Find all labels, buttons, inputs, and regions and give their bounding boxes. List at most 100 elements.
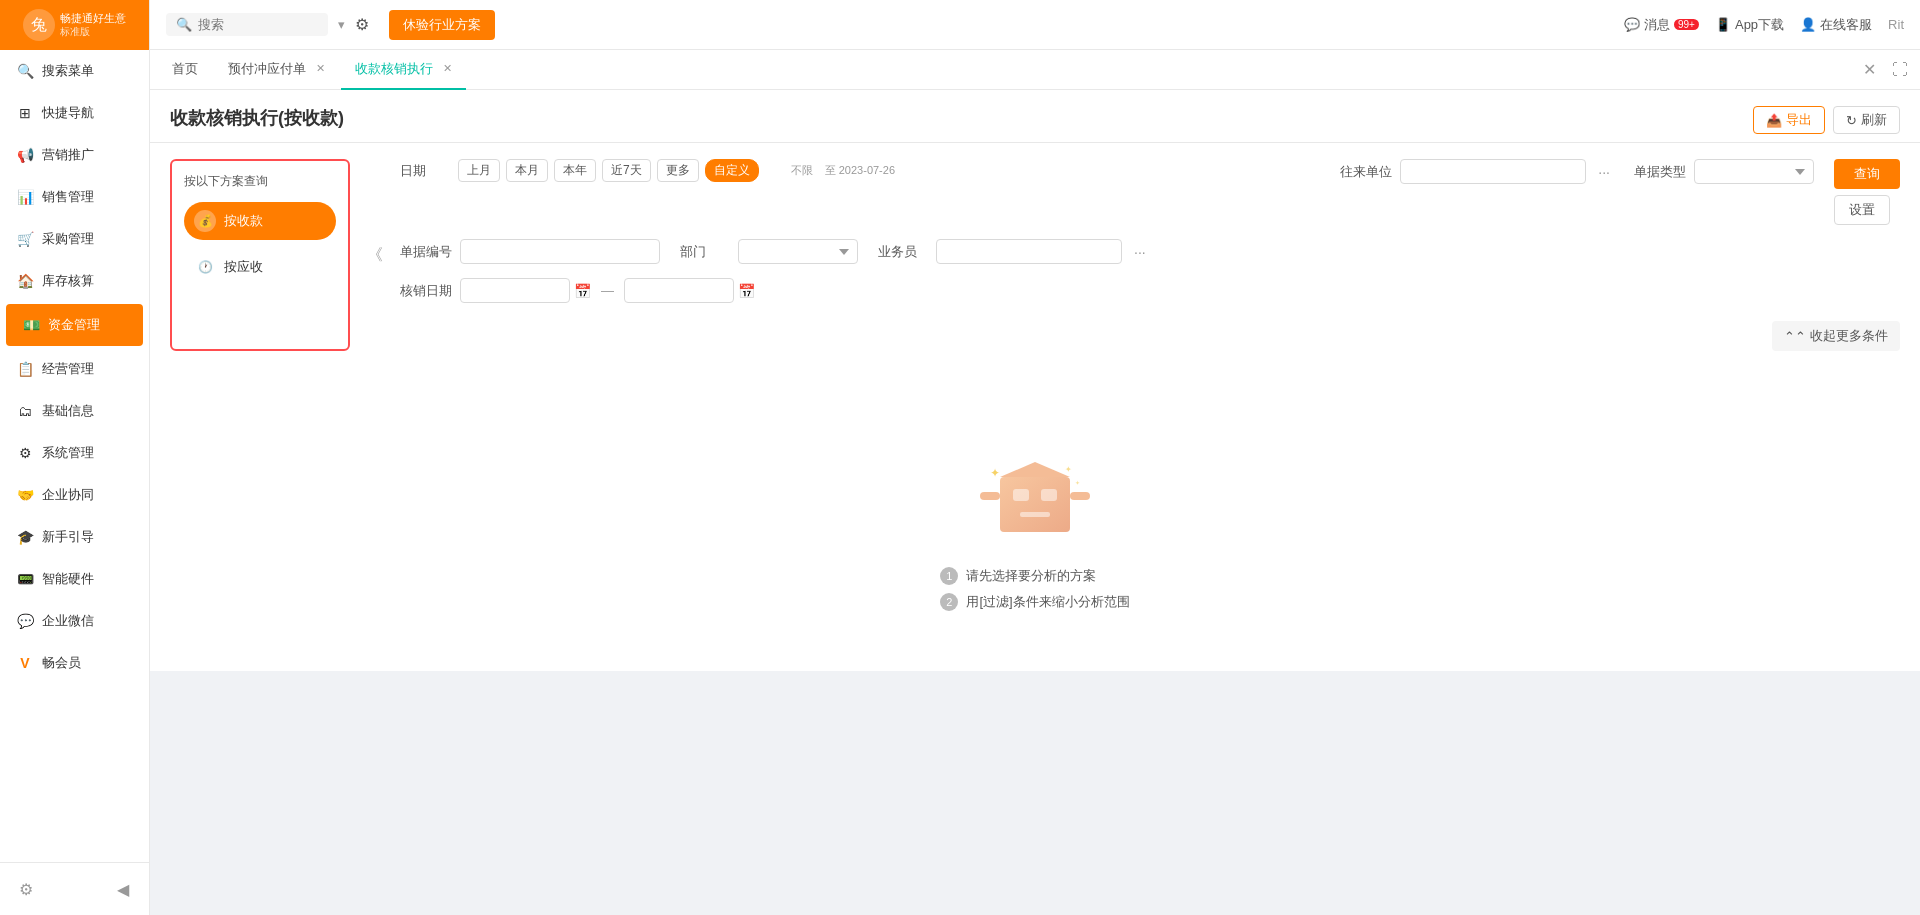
sidebar-item-corp[interactable]: 🤝 企业协同 (0, 474, 149, 516)
date-btn-this-year[interactable]: 本年 (554, 159, 596, 182)
page-toolbar: 📤 导出 ↻ 刷新 (1753, 106, 1900, 134)
sidebar: 兔 畅捷通好生意 标准版 🔍 搜索菜单 ⊞ 快捷导航 📢 营销推广 📊 销售管理… (0, 0, 150, 915)
date-btn-custom[interactable]: 自定义 (705, 159, 759, 182)
tabbar-actions: ✕ ⛶ (1859, 56, 1912, 83)
filter-by-receivable[interactable]: 🕐 按应收 (184, 248, 336, 286)
verify-date-start-cal-icon[interactable]: 📅 (574, 283, 591, 299)
query-button[interactable]: 查询 (1834, 159, 1900, 189)
tab-receipts[interactable]: 收款核销执行 ✕ (341, 50, 466, 90)
filter-collapse-btn[interactable]: 《 (366, 235, 384, 275)
settings-footer-btn[interactable]: ⚙ (10, 873, 42, 905)
tab-receipts-close[interactable]: ✕ (443, 62, 452, 75)
svg-text:兔: 兔 (31, 16, 47, 33)
date-btn-more[interactable]: 更多 (657, 159, 699, 182)
tip-num-1: 1 (940, 567, 958, 585)
app-edition: 标准版 (60, 25, 126, 39)
filter-by-receipt[interactable]: 💰 按收款 (184, 202, 336, 240)
by-receivable-icon: 🕐 (194, 256, 216, 278)
sidebar-label-corp: 企业协同 (42, 486, 94, 504)
partner-ellipsis[interactable]: ··· (1594, 164, 1614, 180)
search-icon: 🔍 (16, 62, 34, 80)
partner-input[interactable] (1400, 159, 1586, 184)
sidebar-label-search: 搜索菜单 (42, 62, 94, 80)
tab-close-all-btn[interactable]: ✕ (1859, 56, 1880, 83)
industry-btn[interactable]: 休验行业方案 (389, 10, 495, 40)
verify-date-label: 核销日期 (400, 282, 452, 300)
sidebar-item-inventory[interactable]: 🏠 库存核算 (0, 260, 149, 302)
tab-home[interactable]: 首页 (158, 50, 212, 90)
svg-rect-7 (1070, 492, 1090, 500)
verify-date-end-cal-icon[interactable]: 📅 (738, 283, 755, 299)
hardware-icon: 📟 (16, 570, 34, 588)
filter-date-field: 日期 上月 本月 本年 近7天 更多 自定义 (400, 159, 759, 182)
staff-label: 业务员 (878, 243, 928, 261)
collapse-more-label: 收起更多条件 (1810, 327, 1888, 345)
tab-prepaid-close[interactable]: ✕ (316, 62, 325, 75)
sidebar-item-quick-nav[interactable]: ⊞ 快捷导航 (0, 92, 149, 134)
sidebar-item-vip[interactable]: V 畅会员 (0, 642, 149, 684)
wechat-icon: 💬 (16, 612, 34, 630)
docno-input[interactable] (460, 239, 660, 264)
tab-receipts-label: 收款核销执行 (355, 60, 433, 78)
sidebar-item-wechat[interactable]: 💬 企业微信 (0, 600, 149, 642)
tip-text-2: 用[过滤]条件来缩小分析范围 (966, 593, 1129, 611)
doctype-select[interactable] (1694, 159, 1814, 184)
filter-sidebar-panel: 按以下方案查询 💰 按收款 🕐 按应收 (170, 159, 350, 351)
topbar-search-input[interactable] (198, 17, 318, 32)
message-badge: 99+ (1674, 19, 1699, 30)
collapse-chevron-icon: 《 (367, 245, 383, 266)
collapse-sidebar-btn[interactable]: ◀ (107, 873, 139, 905)
sidebar-label-vip: 畅会员 (42, 654, 81, 672)
filter-dept-field: 部门 (680, 239, 858, 264)
filter-main: 日期 上月 本月 本年 近7天 更多 自定义 (400, 159, 1900, 351)
sidebar-item-guide[interactable]: 🎓 新手引导 (0, 516, 149, 558)
date-btn-this-month[interactable]: 本月 (506, 159, 548, 182)
verify-date-end[interactable]: 2023-07-21 (624, 278, 734, 303)
date-range-dash: — (601, 283, 614, 298)
sidebar-item-purchase[interactable]: 🛒 采购管理 (0, 218, 149, 260)
empty-tip-2: 2 用[过滤]条件来缩小分析范围 (940, 593, 1129, 611)
logo-icon: 兔 (23, 9, 55, 41)
docno-label: 单据编号 (400, 243, 452, 261)
topbar-search-area[interactable]: 🔍 (166, 13, 328, 36)
app-download-action[interactable]: 📱 App下载 (1715, 16, 1784, 34)
sidebar-item-hardware[interactable]: 📟 智能硬件 (0, 558, 149, 600)
staff-ellipsis[interactable]: ··· (1130, 244, 1150, 260)
sidebar-item-system[interactable]: ⚙ 系统管理 (0, 432, 149, 474)
collapse-more-wrapper: ⌃⌃ 收起更多条件 (400, 317, 1900, 351)
topbar-dropdown-icon[interactable]: ▾ (338, 17, 345, 32)
sidebar-item-search[interactable]: 🔍 搜索菜单 (0, 50, 149, 92)
by-receivable-label: 按应收 (224, 258, 263, 276)
sidebar-item-sales[interactable]: 📊 销售管理 (0, 176, 149, 218)
filter-layout: 按以下方案查询 💰 按收款 🕐 按应收 《 (170, 159, 1900, 351)
sidebar-item-marketing[interactable]: 📢 营销推广 (0, 134, 149, 176)
page-header: 收款核销执行(按收款) 📤 导出 ↻ 刷新 (150, 90, 1920, 143)
svg-rect-5 (1020, 512, 1050, 517)
staff-input[interactable] (936, 239, 1122, 264)
sidebar-item-basic-info[interactable]: 🗂 基础信息 (0, 390, 149, 432)
sidebar-menu: 🔍 搜索菜单 ⊞ 快捷导航 📢 营销推广 📊 销售管理 🛒 采购管理 🏠 库存核… (0, 50, 149, 862)
settings-button[interactable]: 设置 (1834, 195, 1890, 225)
verify-date-start[interactable]: 2023-03-01 (460, 278, 570, 303)
collapse-more-btn[interactable]: ⌃⌃ 收起更多条件 (1772, 321, 1900, 351)
tab-expand-btn[interactable]: ⛶ (1888, 57, 1912, 83)
online-service-action[interactable]: 👤 在线客服 (1800, 16, 1872, 34)
vip-icon: V (16, 654, 34, 672)
message-action[interactable]: 💬 消息 99+ (1624, 16, 1699, 34)
sidebar-item-finance[interactable]: 💵 资金管理 (6, 304, 143, 346)
partner-label: 往来单位 (1340, 163, 1392, 181)
tab-prepaid[interactable]: 预付冲应付单 ✕ (214, 50, 339, 90)
guide-icon: 🎓 (16, 528, 34, 546)
sidebar-item-ops[interactable]: 📋 经营管理 (0, 348, 149, 390)
dept-select[interactable] (738, 239, 858, 264)
export-button[interactable]: 📤 导出 (1753, 106, 1825, 134)
date-btn-last-7[interactable]: 近7天 (602, 159, 651, 182)
date-btn-last-month[interactable]: 上月 (458, 159, 500, 182)
verify-date-end-group: 2023-07-21 📅 (624, 278, 755, 303)
inventory-icon: 🏠 (16, 272, 34, 290)
refresh-button[interactable]: ↻ 刷新 (1833, 106, 1900, 134)
app-logo: 兔 畅捷通好生意 标准版 (0, 0, 149, 50)
sidebar-label-hardware: 智能硬件 (42, 570, 94, 588)
topbar-username[interactable]: Rit (1888, 17, 1904, 32)
topbar-gear-icon[interactable]: ⚙ (355, 15, 369, 34)
